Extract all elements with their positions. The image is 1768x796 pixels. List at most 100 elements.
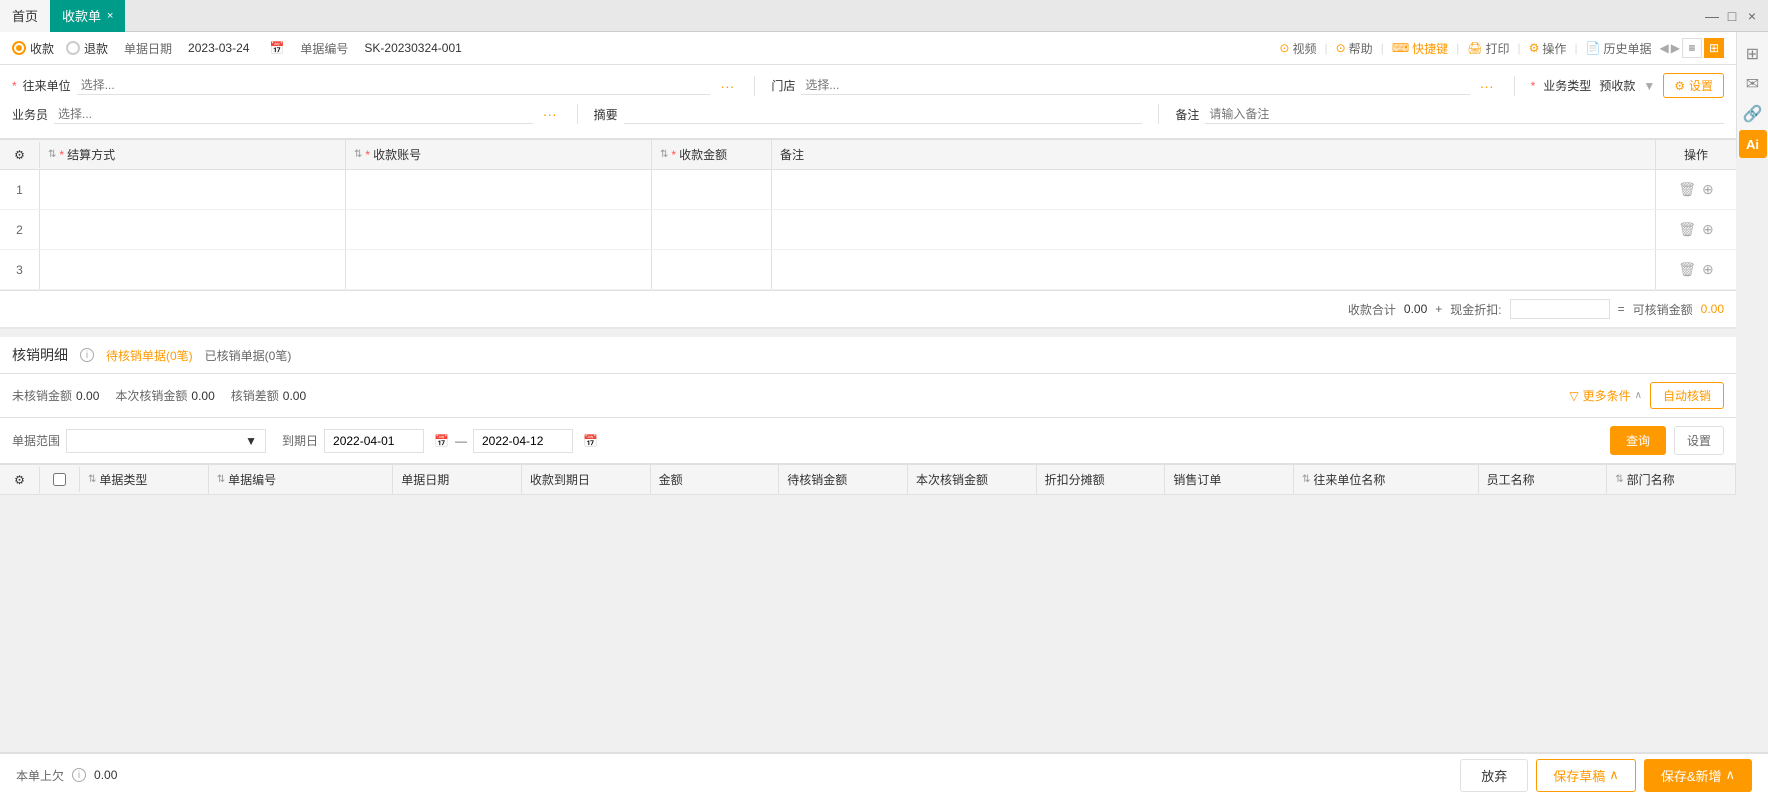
minimize-button[interactable]: —	[1704, 8, 1720, 24]
table-settings-icon[interactable]: ⚙	[0, 142, 40, 168]
tab-home[interactable]: 首页	[0, 0, 50, 32]
summary-input[interactable]	[624, 105, 1143, 124]
table-row: 1 🗑 ⊕	[0, 170, 1736, 210]
calendar-from-icon[interactable]: 📅	[434, 434, 449, 448]
col-bottom-amount: 金额	[651, 465, 780, 494]
settings-button[interactable]: ⚙ 设置	[1663, 73, 1724, 98]
bottom-table-header: ⚙ ⇅ 单据类型 ⇅ 单据编号 单据日期 收款到期日 金额 待核销金额 本次核销…	[0, 464, 1736, 495]
store-field: 门店 ···	[771, 76, 1497, 95]
due-date-to-input[interactable]	[473, 429, 573, 453]
prev-label: 本单上欠	[16, 767, 64, 784]
more-conditions-label: 更多条件	[1583, 387, 1631, 404]
settings-label: 设置	[1689, 77, 1713, 94]
store-more-icon[interactable]: ···	[1476, 78, 1498, 94]
list-view-icon[interactable]: ≡	[1682, 38, 1702, 58]
more-conditions-button[interactable]: ▽ 更多条件 ∧	[1569, 387, 1642, 404]
row-3-amount[interactable]	[652, 250, 772, 289]
radio-return[interactable]: 退款	[66, 40, 108, 57]
diff-label: 核销差额	[231, 387, 279, 404]
diff-stat: 核销差额 0.00	[231, 387, 306, 404]
query-button[interactable]: 查询	[1610, 426, 1666, 455]
row-2-note[interactable]	[772, 210, 1656, 249]
tab-close-icon[interactable]: ×	[107, 10, 113, 22]
remark-input[interactable]	[1205, 105, 1724, 124]
bottom-table-gear[interactable]: ⚙	[0, 467, 40, 493]
row-1-delete-icon[interactable]: 🗑	[1678, 181, 1696, 198]
calendar-icon[interactable]: 📅	[269, 41, 284, 55]
salesman-field: 业务员 ···	[12, 105, 561, 124]
cur-writeoff-stat: 本次核销金额 0.00	[115, 387, 214, 404]
close-button[interactable]: ×	[1744, 8, 1760, 24]
sidebar-link-icon[interactable]: 🔗	[1739, 100, 1767, 128]
partner-input[interactable]	[77, 76, 711, 95]
writeoff-title: 核销明细	[12, 345, 68, 365]
filter-row: 单据范围 ▼ 到期日 📅 — 📅 查询 设置	[0, 418, 1736, 464]
row-2-account[interactable]	[346, 210, 652, 249]
save-new-button[interactable]: 保存&新增 ∧	[1644, 759, 1752, 792]
row-3-settle[interactable]	[40, 250, 346, 289]
row-3-account[interactable]	[346, 250, 652, 289]
biz-type-value: 预收款	[1599, 77, 1635, 94]
col-settle: ⇅ * 结算方式	[40, 140, 346, 169]
row-3-note[interactable]	[772, 250, 1656, 289]
remark-label: 备注	[1175, 106, 1199, 123]
history-button[interactable]: 📄 历史单据	[1586, 40, 1652, 57]
form-view-icon[interactable]: ⊞	[1704, 38, 1724, 58]
writeoff-info-icon[interactable]: i	[80, 348, 94, 362]
row-3-delete-icon[interactable]: 🗑	[1678, 261, 1696, 278]
video-button[interactable]: ⊙ 视频	[1279, 40, 1316, 57]
row-2-settle[interactable]	[40, 210, 346, 249]
row-1-account[interactable]	[346, 170, 652, 209]
row-2-delete-icon[interactable]: 🗑	[1678, 221, 1696, 238]
sidebar-table-icon[interactable]: ⊞	[1739, 40, 1767, 68]
partner-more-icon[interactable]: ···	[716, 78, 738, 94]
help-button[interactable]: ⊙ 帮助	[1336, 40, 1373, 57]
nav-prev-icon[interactable]: ◀	[1660, 41, 1669, 55]
save-draft-button[interactable]: 保存草稿 ∧	[1536, 759, 1636, 792]
done-writeoff-tab[interactable]: 已核销单据(0笔)	[205, 347, 292, 364]
row-1-note[interactable]	[772, 170, 1656, 209]
select-all-checkbox[interactable]	[53, 473, 66, 486]
sort-icon-settle: ⇅	[48, 149, 56, 160]
row-2-amount[interactable]	[652, 210, 772, 249]
radio-receive[interactable]: 收款	[12, 40, 54, 57]
print-button[interactable]: 🖨 打印	[1467, 40, 1509, 57]
pending-tab-label: 待核销单据(0笔)	[106, 349, 193, 363]
maximize-button[interactable]: □	[1724, 8, 1740, 24]
tab-active[interactable]: 收款单 ×	[50, 0, 125, 32]
row-3-copy-icon[interactable]: ⊕	[1702, 261, 1714, 278]
auto-writeoff-button[interactable]: 自动核销	[1650, 382, 1724, 409]
pending-writeoff-tab[interactable]: 待核销单据(0笔)	[106, 347, 193, 364]
shortcut-button[interactable]: ⌨ 快捷键	[1392, 40, 1448, 57]
row-1-amount[interactable]	[652, 170, 772, 209]
writeoff-stats: 未核销金额 0.00 本次核销金额 0.00 核销差额 0.00 ▽ 更多条件 …	[0, 374, 1736, 418]
col-bill-type: ⇅ 单据类型	[80, 465, 209, 494]
required-star-2: *	[1531, 79, 1536, 93]
col-account: ⇅ * 收款账号	[346, 140, 652, 169]
due-date-from-input[interactable]	[324, 429, 424, 453]
biz-type-select[interactable]: 预收款 ▼	[1599, 77, 1655, 94]
row-1-copy-icon[interactable]: ⊕	[1702, 181, 1714, 198]
sidebar-ai-icon[interactable]: Ai	[1739, 130, 1767, 158]
discard-button[interactable]: 放弃	[1460, 759, 1528, 792]
bottom-table-checkbox[interactable]	[40, 467, 80, 492]
sidebar-mail-icon[interactable]: ✉	[1739, 70, 1767, 98]
calendar-to-icon[interactable]: 📅	[583, 434, 598, 448]
summary-label: 摘要	[594, 106, 618, 123]
table-header: ⚙ ⇅ * 结算方式 ⇅ * 收款账号 ⇅ * 收款金额 备注 操作	[0, 139, 1736, 170]
salesman-input[interactable]	[54, 105, 533, 124]
salesman-more-icon[interactable]: ···	[539, 106, 561, 122]
operation-button[interactable]: ⚙ 操作	[1529, 40, 1567, 57]
plus-sign: +	[1435, 302, 1442, 316]
equals-sign: =	[1618, 302, 1625, 316]
filter-settings-button[interactable]: 设置	[1674, 426, 1724, 455]
bill-range-select[interactable]: ▼	[66, 429, 266, 453]
col-dept: ⇅ 部门名称	[1607, 465, 1736, 494]
store-input[interactable]	[801, 76, 1469, 95]
save-draft-label: 保存草稿	[1553, 766, 1605, 785]
row-2-copy-icon[interactable]: ⊕	[1702, 221, 1714, 238]
row-1-settle[interactable]	[40, 170, 346, 209]
discount-input[interactable]	[1510, 299, 1610, 319]
shortcut-label: 快捷键	[1412, 40, 1448, 57]
nav-next-icon[interactable]: ▶	[1671, 41, 1680, 55]
